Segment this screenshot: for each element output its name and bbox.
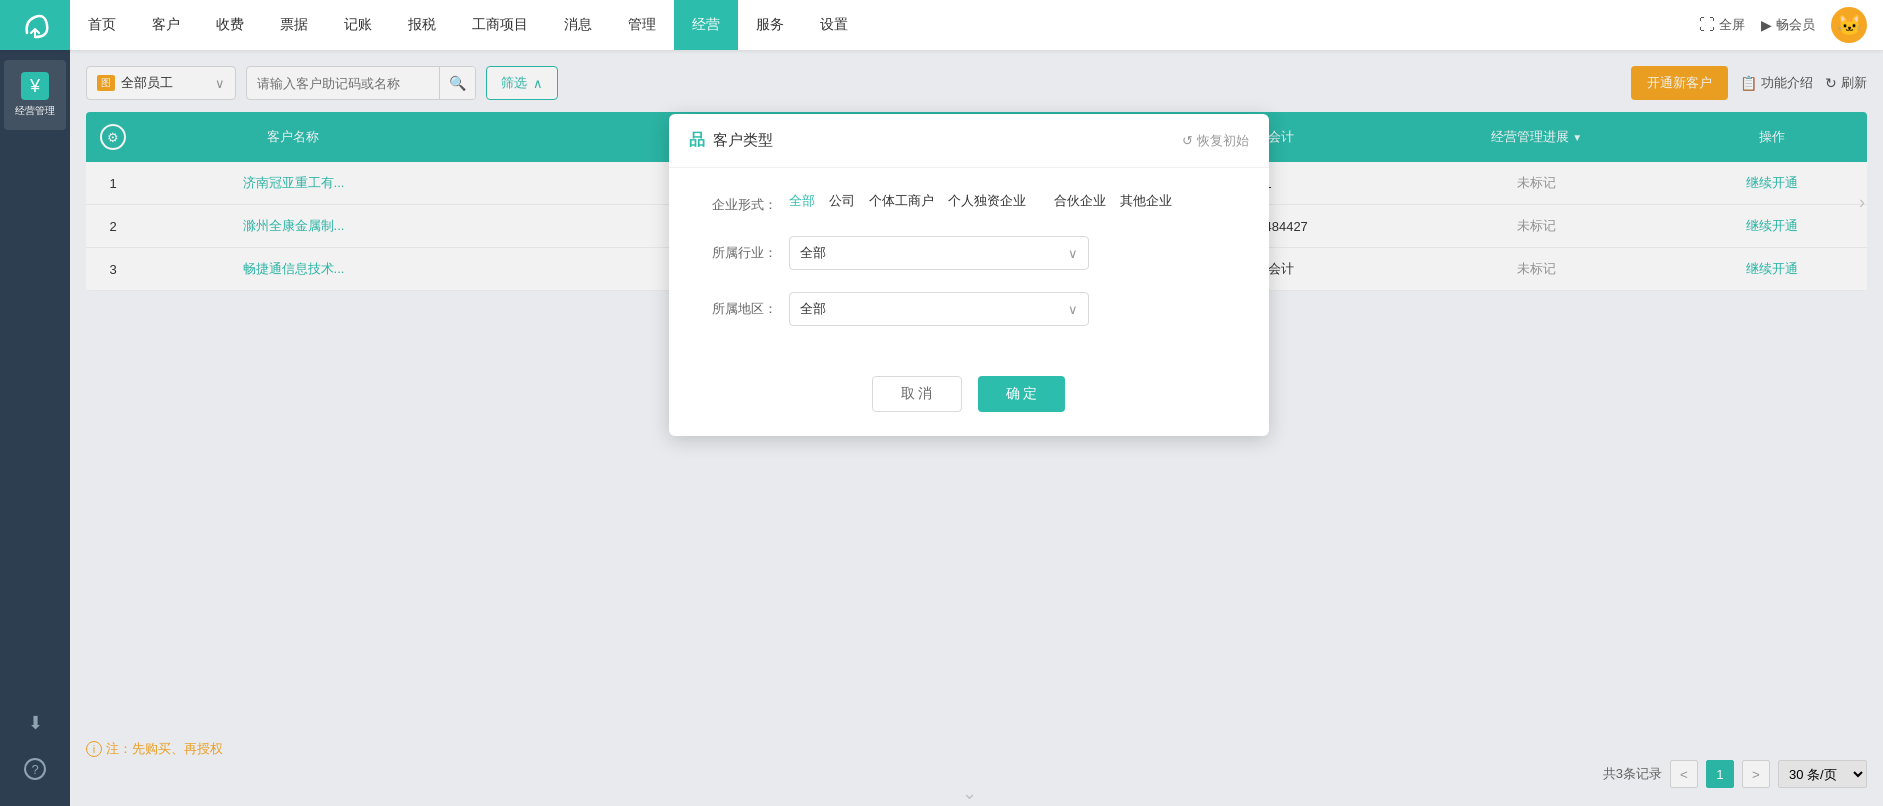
main-layout: ¥ 经营管理 ⬇ ? 图 全部员工 ∨ 🔍 筛选 (0, 50, 1883, 806)
nav-item-business[interactable]: 工商项目 (454, 0, 546, 50)
enterprise-option-other[interactable]: 其他企业 (1120, 192, 1172, 210)
sidebar: ¥ 经营管理 ⬇ ? (0, 50, 70, 806)
nav-item-customer[interactable]: 客户 (134, 0, 198, 50)
top-nav: 首页 客户 收费 票据 记账 报税 工商项目 消息 管理 经营 服务 设置 ⛶ … (0, 0, 1883, 50)
nav-item-settings[interactable]: 设置 (802, 0, 866, 50)
modal-title-icon: 品 (689, 130, 705, 151)
member-btn[interactable]: ▶ 畅会员 (1761, 16, 1815, 34)
modal-footer: 取 消 确 定 (669, 360, 1269, 436)
sidebar-item-label: 经营管理 (15, 104, 55, 118)
nav-item-message[interactable]: 消息 (546, 0, 610, 50)
enterprise-option-company[interactable]: 公司 (829, 192, 855, 210)
nav-item-tax[interactable]: 报税 (390, 0, 454, 50)
modal-overlay: 品 客户类型 ↺ 恢复初始 企业形式： 全部 公司 (70, 50, 1883, 806)
content: 图 全部员工 ∨ 🔍 筛选 ∧ 开通新客户 📋 功能介绍 ↻ 刷 (70, 50, 1883, 806)
region-label: 所属地区： (699, 300, 789, 318)
nav-item-manage[interactable]: 管理 (610, 0, 674, 50)
reset-icon: ↺ (1182, 133, 1193, 148)
fullscreen-icon: ⛶ (1699, 16, 1715, 34)
nav-right: ⛶ 全屏 ▶ 畅会员 🐱 (1699, 7, 1867, 43)
nav-item-home[interactable]: 首页 (70, 0, 134, 50)
enterprise-option-all[interactable]: 全部 (789, 192, 815, 210)
sidebar-item-operation-manage[interactable]: ¥ 经营管理 (4, 60, 66, 130)
cancel-button[interactable]: 取 消 (872, 376, 962, 412)
enterprise-options: 全部 公司 个体工商户 个人独资企业 合伙企业 其他企业 (789, 192, 1239, 210)
nav-logo[interactable] (0, 0, 70, 50)
customer-type-modal: 品 客户类型 ↺ 恢复初始 企业形式： 全部 公司 (669, 114, 1269, 436)
download-icon: ⬇ (28, 712, 43, 734)
modal-header: 品 客户类型 ↺ 恢复初始 (669, 114, 1269, 168)
download-btn[interactable]: ⬇ (4, 702, 66, 744)
member-icon: ▶ (1761, 17, 1772, 33)
confirm-button[interactable]: 确 定 (978, 376, 1066, 412)
operation-manage-icon: ¥ (21, 72, 49, 100)
enterprise-form-label: 企业形式： (699, 192, 789, 214)
region-row: 所属地区： 全部 ∨ (699, 292, 1239, 326)
reset-button[interactable]: ↺ 恢复初始 (1182, 132, 1249, 150)
enterprise-option-individual[interactable]: 个体工商户 (869, 192, 934, 210)
nav-item-service[interactable]: 服务 (738, 0, 802, 50)
fullscreen-btn[interactable]: ⛶ 全屏 (1699, 16, 1745, 34)
nav-item-bookkeeping[interactable]: 记账 (326, 0, 390, 50)
enterprise-option-partnership[interactable]: 合伙企业 (1054, 192, 1106, 210)
modal-title: 品 客户类型 (689, 130, 773, 151)
enterprise-option-sole[interactable]: 个人独资企业 (948, 192, 1026, 210)
nav-items: 首页 客户 收费 票据 记账 报税 工商项目 消息 管理 经营 服务 设置 (70, 0, 1699, 50)
region-select[interactable]: 全部 ∨ (789, 292, 1089, 326)
industry-select[interactable]: 全部 ∨ (789, 236, 1089, 270)
help-btn[interactable]: ? (4, 748, 66, 790)
nav-item-billing[interactable]: 收费 (198, 0, 262, 50)
chevron-down-icon: ∨ (1068, 246, 1078, 261)
avatar[interactable]: 🐱 (1831, 7, 1867, 43)
chevron-down-icon: ∨ (1068, 302, 1078, 317)
nav-item-operation[interactable]: 经营 (674, 0, 738, 50)
modal-body: 企业形式： 全部 公司 个体工商户 个人独资企业 合伙企业 其他企业 (669, 168, 1269, 360)
enterprise-form-row: 企业形式： 全部 公司 个体工商户 个人独资企业 合伙企业 其他企业 (699, 192, 1239, 214)
help-icon: ? (24, 758, 46, 780)
industry-row: 所属行业： 全部 ∨ (699, 236, 1239, 270)
industry-label: 所属行业： (699, 244, 789, 262)
sidebar-bottom: ⬇ ? (0, 702, 70, 806)
nav-item-invoice[interactable]: 票据 (262, 0, 326, 50)
